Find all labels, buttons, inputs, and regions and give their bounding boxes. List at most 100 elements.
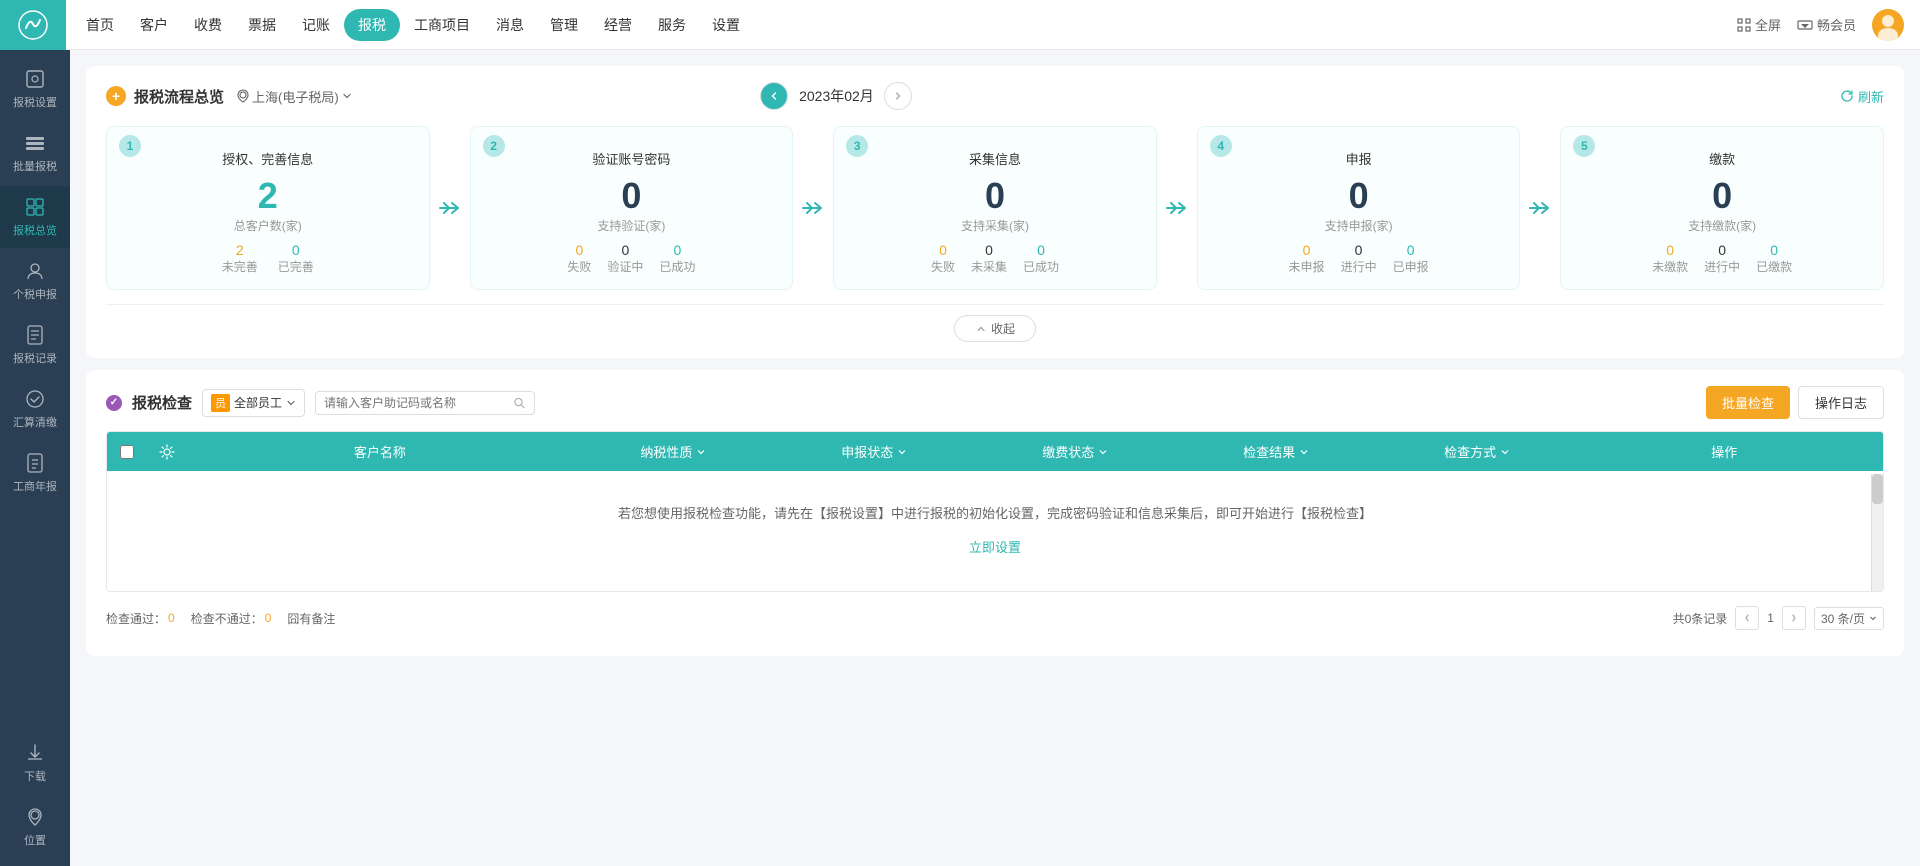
th-check-method[interactable]: 检查方式 xyxy=(1377,432,1578,471)
sidebar-label-settlement: 汇算清缴 xyxy=(13,414,57,430)
pagination: 共0条记录 1 30 条/页 xyxy=(1673,606,1884,630)
current-date: 2023年02月 xyxy=(796,86,876,106)
th-checkbox[interactable] xyxy=(107,432,147,471)
nav-right: 全屏 畅会员 xyxy=(1737,9,1920,41)
step-2-num: 2 xyxy=(483,135,505,157)
nav-bookkeeping[interactable]: 记账 xyxy=(290,9,342,41)
step-1-stat-1: 0 已完善 xyxy=(278,242,314,275)
step-2-stat-0: 0 失败 xyxy=(567,242,591,275)
location-selector[interactable]: 上海(电子税局) xyxy=(236,87,353,106)
sidebar-item-tax-overview[interactable]: 报税总览 xyxy=(0,186,70,248)
step-1-title: 授权、完善信息 xyxy=(123,149,413,168)
step-3-stat-2: 0 已成功 xyxy=(1023,242,1059,275)
th-declare-status[interactable]: 申报状态 xyxy=(774,432,975,471)
nav-manage[interactable]: 管理 xyxy=(538,9,590,41)
overview-title: 报税流程总览 xyxy=(134,86,224,107)
fullscreen-label: 全屏 xyxy=(1755,15,1781,34)
sidebar-item-download[interactable]: 下载 xyxy=(0,732,70,794)
step-5-count: 0 xyxy=(1577,174,1867,217)
step-1-stat-0: 2 未完善 xyxy=(222,242,258,275)
vip-btn[interactable]: 畅会员 xyxy=(1797,15,1856,34)
fail-count[interactable]: 0 xyxy=(265,611,272,625)
search-box[interactable] xyxy=(315,391,535,415)
step-arrow-1 xyxy=(430,126,470,290)
step-1: 1 授权、完善信息 2 总客户数(家) 2 未完善 0 已完善 xyxy=(106,126,430,290)
next-page-btn[interactable] xyxy=(1782,606,1806,630)
nav-service[interactable]: 服务 xyxy=(646,9,698,41)
main-layout: 报税设置 批量报税 报税总览 个税申报 报税记录 汇算清缴 工商年报 xyxy=(0,50,1920,866)
step-1-stat-1-label: 已完善 xyxy=(278,258,314,275)
step-3-subtitle: 支持采集(家) xyxy=(850,217,1140,234)
select-all-checkbox[interactable] xyxy=(120,445,134,459)
step-1-num: 1 xyxy=(119,135,141,157)
search-input[interactable] xyxy=(324,396,509,410)
sidebar-item-settlement[interactable]: 汇算清缴 xyxy=(0,378,70,440)
sidebar-item-personal-tax[interactable]: 个税申报 xyxy=(0,250,70,312)
nav-operation[interactable]: 经营 xyxy=(592,9,644,41)
th-pay-status[interactable]: 缴费状态 xyxy=(975,432,1176,471)
nav-message[interactable]: 消息 xyxy=(484,9,536,41)
sidebar-item-business-report[interactable]: 工商年报 xyxy=(0,442,70,504)
table-body: 若您想使用报税检查功能，请先在【报税设置】中进行报税的初始化设置，完成密码验证和… xyxy=(107,471,1883,591)
vip-label: 畅会员 xyxy=(1817,15,1856,34)
nav-customer[interactable]: 客户 xyxy=(128,9,180,41)
step-arrow-3 xyxy=(1157,126,1197,290)
th-check-result[interactable]: 检查结果 xyxy=(1176,432,1377,471)
step-3-count: 0 xyxy=(850,174,1140,217)
step-2-title: 验证账号密码 xyxy=(487,149,777,168)
footer-note: 囧有备注 xyxy=(287,610,335,627)
setup-link[interactable]: 立即设置 xyxy=(969,540,1021,555)
step-4-stat-1: 0 进行中 xyxy=(1341,242,1377,275)
th-tax-type[interactable]: 纳税性质 xyxy=(573,432,774,471)
content-area: + 报税流程总览 上海(电子税局) 2023年02月 xyxy=(70,50,1920,866)
th-gear[interactable] xyxy=(147,432,187,471)
sidebar: 报税设置 批量报税 报税总览 个税申报 报税记录 汇算清缴 工商年报 xyxy=(0,50,70,866)
sidebar-item-tax-settings[interactable]: 报税设置 xyxy=(0,58,70,120)
table-wrap: 客户名称 纳税性质 申报状态 缴费状态 检查结果 xyxy=(106,431,1884,592)
sidebar-label-tax-record: 报税记录 xyxy=(13,350,57,366)
sidebar-label-download: 下载 xyxy=(24,768,46,784)
overview-steps: 1 授权、完善信息 2 总客户数(家) 2 未完善 0 已完善 xyxy=(106,126,1884,290)
nav-settings[interactable]: 设置 xyxy=(700,9,752,41)
step-4: 4 申报 0 支持申报(家) 0 未申报 0 进行中 xyxy=(1197,126,1521,290)
sidebar-label-location: 位置 xyxy=(24,832,46,848)
collapse-btn[interactable]: 收起 xyxy=(954,315,1036,342)
avatar[interactable] xyxy=(1872,9,1904,41)
pass-count[interactable]: 0 xyxy=(168,611,175,625)
logo[interactable] xyxy=(0,0,66,50)
sidebar-label-tax-settings: 报税设置 xyxy=(13,94,57,110)
th-action: 操作 xyxy=(1578,432,1871,471)
fullscreen-btn[interactable]: 全屏 xyxy=(1737,15,1781,34)
scrollbar[interactable] xyxy=(1871,474,1883,591)
nav-home[interactable]: 首页 xyxy=(74,9,126,41)
step-4-title: 申报 xyxy=(1214,149,1504,168)
header-right-actions: 批量检查 操作日志 xyxy=(1706,386,1884,419)
per-page-select[interactable]: 30 条/页 xyxy=(1814,607,1884,630)
refresh-btn[interactable]: 刷新 xyxy=(1840,87,1884,106)
batch-check-btn[interactable]: 批量检查 xyxy=(1706,386,1790,419)
collapse-label: 收起 xyxy=(991,320,1015,337)
step-3-stat-0: 0 失败 xyxy=(931,242,955,275)
scrollbar-thumb[interactable] xyxy=(1872,474,1883,504)
prev-page-btn[interactable] xyxy=(1735,606,1759,630)
step-2-count: 0 xyxy=(487,174,777,217)
next-month-btn[interactable] xyxy=(884,82,912,110)
top-nav: 首页 客户 收费 票据 记账 报税 工商项目 消息 管理 经营 服务 设置 全屏… xyxy=(0,0,1920,50)
employee-filter[interactable]: 员 全部员工 xyxy=(202,389,305,417)
sidebar-item-tax-record[interactable]: 报税记录 xyxy=(0,314,70,376)
sidebar-item-batch-tax[interactable]: 批量报税 xyxy=(0,122,70,184)
step-4-stat-2: 0 已申报 xyxy=(1393,242,1429,275)
sidebar-label-batch-tax: 批量报税 xyxy=(13,158,57,174)
sidebar-item-location[interactable]: 位置 xyxy=(0,796,70,858)
step-2-subtitle: 支持验证(家) xyxy=(487,217,777,234)
overview-header: + 报税流程总览 上海(电子税局) 2023年02月 xyxy=(106,82,1884,110)
step-2-stats: 0 失败 0 验证中 0 已成功 xyxy=(487,242,777,275)
prev-month-btn[interactable] xyxy=(760,82,788,110)
step-3: 3 采集信息 0 支持采集(家) 0 失败 0 未采集 xyxy=(833,126,1157,290)
nav-business[interactable]: 工商项目 xyxy=(402,9,482,41)
nav-invoice[interactable]: 票据 xyxy=(236,9,288,41)
check-title: 报税检查 xyxy=(132,392,192,413)
op-log-btn[interactable]: 操作日志 xyxy=(1798,386,1884,419)
nav-tax[interactable]: 报税 xyxy=(344,9,400,41)
nav-fee[interactable]: 收费 xyxy=(182,9,234,41)
